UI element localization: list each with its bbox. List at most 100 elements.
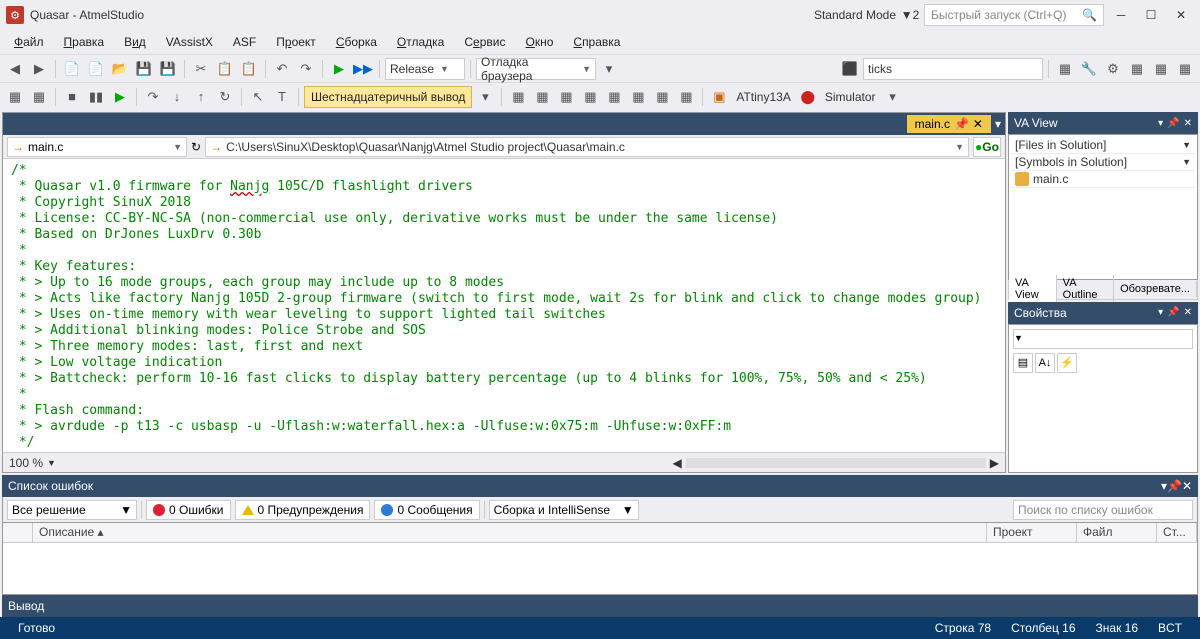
new-project-button[interactable]: 📄 [61, 58, 83, 80]
maximize-button[interactable]: ☐ [1138, 4, 1164, 26]
copy-button[interactable]: 📋 [214, 58, 236, 80]
start-button[interactable]: ▶ [328, 58, 350, 80]
mem-5[interactable]: ▦ [603, 86, 625, 108]
debugger-dropdown[interactable]: ▾ [882, 86, 904, 108]
start-no-debug-button[interactable]: ▶▶ [352, 58, 374, 80]
redo-button[interactable]: ↷ [295, 58, 317, 80]
undo-button[interactable]: ↶ [271, 58, 293, 80]
props-events-button[interactable]: ⚡ [1057, 353, 1077, 373]
error-list-grid[interactable]: Описание ▴ Проект Файл Ст... [2, 523, 1198, 595]
cut-button[interactable]: ✂ [190, 58, 212, 80]
col-description[interactable]: Описание ▴ [33, 523, 987, 542]
save-all-button[interactable]: 💾 [157, 58, 179, 80]
col-file[interactable]: Файл [1077, 523, 1157, 542]
output-header[interactable]: Вывод [2, 595, 1198, 617]
tab-va-view[interactable]: VA View [1009, 275, 1057, 303]
device-icon[interactable]: ⬛ [839, 58, 861, 80]
props-dropdown-icon[interactable]: ▾ [1158, 307, 1163, 318]
tab-review[interactable]: Обозревате... [1114, 281, 1197, 297]
nav-fwd-button[interactable]: ▶ [28, 58, 50, 80]
cursor-icon[interactable]: ↖ [247, 86, 269, 108]
nav-back-button[interactable]: ◀ [4, 58, 26, 80]
dbg-2[interactable]: ▦ [28, 86, 50, 108]
filter-icon[interactable]: ▼2 [902, 7, 918, 23]
paste-button[interactable]: 📋 [238, 58, 260, 80]
files-in-solution-combo[interactable]: [Files in Solution]▼ [1011, 137, 1195, 154]
minimize-button[interactable]: ─ [1108, 4, 1134, 26]
refresh-icon[interactable]: ↻ [191, 140, 201, 154]
props-pin-icon[interactable]: 📌 [1167, 307, 1179, 318]
tab-pin-icon[interactable]: 📌 [954, 117, 969, 131]
mem-8[interactable]: ▦ [675, 86, 697, 108]
tool-1-button[interactable]: ▦ [1054, 58, 1076, 80]
tool-2-button[interactable]: 🔧 [1078, 58, 1100, 80]
dbg-1[interactable]: ▦ [4, 86, 26, 108]
menu-asf[interactable]: ASF [225, 33, 264, 51]
tool-6-button[interactable]: ▦ [1174, 58, 1196, 80]
hex-output-toggle[interactable]: Шестнадцатеричный вывод [304, 86, 472, 108]
warnings-toggle[interactable]: 0 Предупреждения [235, 500, 371, 520]
menu-view[interactable]: Вид [116, 33, 154, 51]
dbg-step-out[interactable]: ↑ [190, 86, 212, 108]
mem-1[interactable]: ▦ [507, 86, 529, 108]
tab-main-c[interactable]: main.c 📌 ✕ [907, 115, 991, 133]
quick-launch-input[interactable]: Быстрый запуск (Ctrl+Q) 🔍 [924, 4, 1104, 26]
col-project[interactable]: Проект [987, 523, 1077, 542]
error-search-input[interactable]: Поиск по списку ошибок [1013, 500, 1193, 520]
zoom-label[interactable]: 100 % [9, 456, 43, 470]
messages-toggle[interactable]: 0 Сообщения [374, 500, 479, 520]
filter-combo[interactable]: Сборка и IntelliSense▼ [489, 500, 639, 520]
open-button[interactable]: 📂 [109, 58, 131, 80]
pane-dropdown-icon[interactable]: ▾ [1158, 118, 1163, 129]
text-icon[interactable]: T [271, 86, 293, 108]
props-categorize-button[interactable]: ▤ [1013, 353, 1033, 373]
device-chip-icon[interactable]: ▣ [708, 86, 730, 108]
scope-combo[interactable]: → main.c ▼ [7, 137, 187, 157]
browser-button[interactable]: ▾ [598, 58, 620, 80]
new-file-button[interactable]: 📄 [85, 58, 107, 80]
dbg-run-button[interactable]: ▶ [109, 86, 131, 108]
dbg-x1[interactable]: ▾ [474, 86, 496, 108]
mem-7[interactable]: ▦ [651, 86, 673, 108]
dbg-step-over[interactable]: ↷ [142, 86, 164, 108]
props-object-combo[interactable]: ▼ [1013, 329, 1193, 349]
props-header[interactable]: Свойства ▾ 📌 ✕ [1008, 302, 1198, 324]
el-close-icon[interactable]: ✕ [1182, 479, 1192, 493]
tool-4-button[interactable]: ▦ [1126, 58, 1148, 80]
tab-close-icon[interactable]: ✕ [973, 117, 983, 131]
props-close-icon[interactable]: ✕ [1184, 307, 1192, 318]
pane-close-icon[interactable]: ✕ [1184, 118, 1192, 129]
config-combo[interactable]: Release▼ [385, 58, 465, 80]
code-editor[interactable]: /* * Quasar v1.0 firmware for Nanjg 105C… [3, 159, 1005, 452]
error-list-header[interactable]: Список ошибок ▾ 📌 ✕ [2, 475, 1198, 497]
col-line[interactable]: Ст... [1157, 523, 1197, 542]
dbg-stop-button[interactable]: ■ [61, 86, 83, 108]
browser-debug-combo[interactable]: Отладка браузера▼ [476, 58, 596, 80]
mem-2[interactable]: ▦ [531, 86, 553, 108]
hscroll-bar[interactable] [686, 458, 986, 468]
save-button[interactable]: 💾 [133, 58, 155, 80]
path-breadcrumb[interactable]: → C:\Users\SinuX\Desktop\Quasar\Nanjg\At… [205, 137, 969, 157]
errors-toggle[interactable]: 0 Ошибки [146, 500, 231, 520]
menu-vassistx[interactable]: VAssistX [158, 33, 221, 51]
solution-combo[interactable]: Все решение▼ [7, 500, 137, 520]
menu-project[interactable]: Проект [268, 33, 324, 51]
debugger-icon[interactable]: ⬤ [797, 86, 819, 108]
menu-edit[interactable]: Правка [56, 33, 113, 51]
mem-6[interactable]: ▦ [627, 86, 649, 108]
menu-build[interactable]: Сборка [328, 33, 385, 51]
props-sort-button[interactable]: A↓ [1035, 353, 1055, 373]
va-item-main-c[interactable]: main.c [1011, 171, 1195, 188]
dbg-step-into[interactable]: ↓ [166, 86, 188, 108]
go-button[interactable]: ●Go [973, 137, 1001, 157]
menu-debug[interactable]: Отладка [389, 33, 452, 51]
dbg-restart[interactable]: ↻ [214, 86, 236, 108]
mem-3[interactable]: ▦ [555, 86, 577, 108]
hscroll-right-icon[interactable]: ▶ [990, 456, 999, 470]
menu-service[interactable]: Сервис [456, 33, 513, 51]
tab-va-outline[interactable]: VA Outline [1057, 275, 1114, 303]
el-pin-icon[interactable]: 📌 [1167, 479, 1182, 493]
hscroll-left-icon[interactable]: ◀ [673, 456, 682, 470]
menu-file[interactable]: Файл [6, 33, 52, 51]
tool-3-button[interactable]: ⚙ [1102, 58, 1124, 80]
